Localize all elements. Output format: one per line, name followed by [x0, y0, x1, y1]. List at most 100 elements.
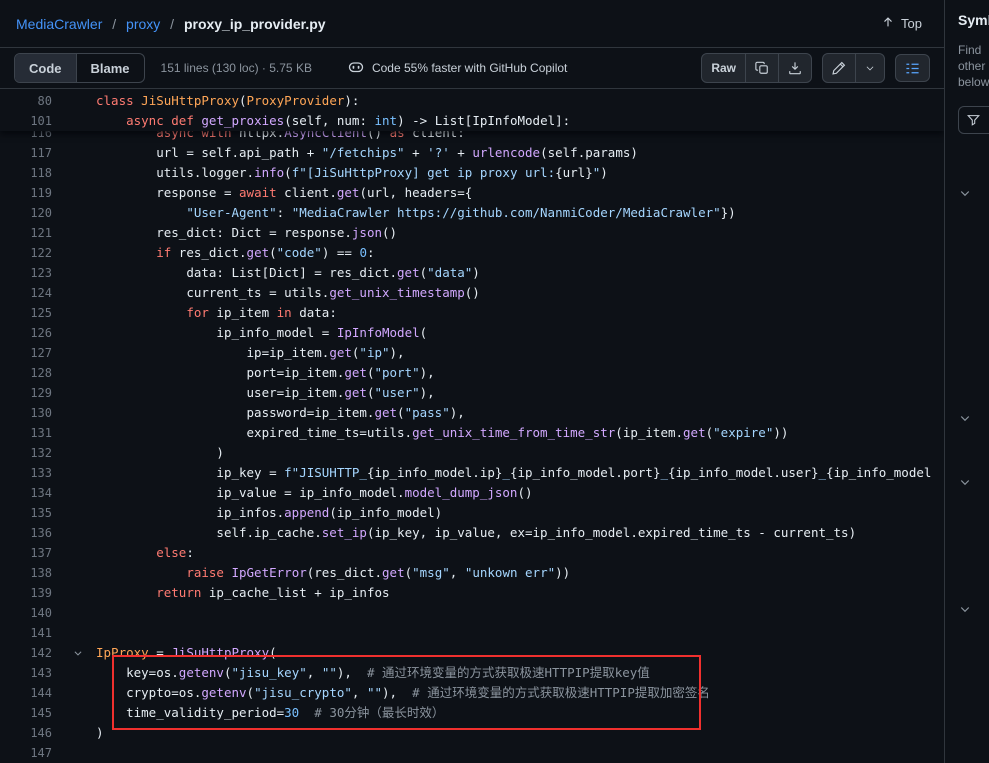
line-number[interactable]: 120: [0, 203, 60, 223]
code-line: 139 return ip_cache_list + ip_infos: [0, 583, 944, 603]
code-line: 134 ip_value = ip_info_model.model_dump_…: [0, 483, 944, 503]
breadcrumb-folder-link[interactable]: proxy: [126, 16, 160, 32]
symbol-tree-chevron-down-icon[interactable]: [959, 186, 971, 204]
line-number[interactable]: 133: [0, 463, 60, 483]
code-line: 116 async with httpx.AsyncClient() as cl…: [0, 131, 944, 143]
code-text: current_ts = utils.get_unix_timestamp(): [96, 283, 480, 303]
line-number[interactable]: 125: [0, 303, 60, 323]
line-number[interactable]: 127: [0, 343, 60, 363]
code-text: utils.logger.info(f"[JiSuHttpProxy] get …: [96, 163, 608, 183]
code-blame-switcher: Code Blame: [14, 53, 145, 83]
code-line: 80class JiSuHttpProxy(ProxyProvider):: [0, 91, 944, 111]
line-number[interactable]: 117: [0, 143, 60, 163]
pencil-icon: [832, 61, 846, 75]
line-number[interactable]: 116: [0, 131, 60, 143]
copy-icon: [755, 61, 769, 75]
fold-gutter: [60, 663, 96, 683]
download-icon-button[interactable]: [778, 54, 811, 82]
line-number[interactable]: 123: [0, 263, 60, 283]
copy-icon-button[interactable]: [745, 54, 778, 82]
line-number[interactable]: 118: [0, 163, 60, 183]
symbol-tree-chevron-down-icon[interactable]: [959, 411, 971, 429]
code-line: 121 res_dict: Dict = response.json(): [0, 223, 944, 243]
line-number[interactable]: 146: [0, 723, 60, 743]
line-number[interactable]: 140: [0, 603, 60, 623]
partially-hidden-line: 116 async with httpx.AsyncClient() as cl…: [0, 131, 944, 143]
fold-gutter: [60, 203, 96, 223]
line-number[interactable]: 137: [0, 543, 60, 563]
line-number[interactable]: 80: [0, 91, 60, 111]
line-number[interactable]: 131: [0, 423, 60, 443]
fold-gutter: [60, 91, 96, 111]
code-line: 132 ): [0, 443, 944, 463]
symbol-tree-chevron-down-icon[interactable]: [959, 475, 971, 493]
line-number[interactable]: 128: [0, 363, 60, 383]
line-number[interactable]: 119: [0, 183, 60, 203]
code-line: 136 self.ip_cache.set_ip(ip_key, ip_valu…: [0, 523, 944, 543]
edit-pencil-button[interactable]: [823, 54, 855, 82]
line-number[interactable]: 122: [0, 243, 60, 263]
fold-gutter: [60, 343, 96, 363]
line-number[interactable]: 145: [0, 703, 60, 723]
raw-button[interactable]: Raw: [702, 54, 745, 82]
breadcrumb-separator: /: [112, 16, 116, 32]
line-number[interactable]: 121: [0, 223, 60, 243]
code-text: crypto=os.getenv("jisu_crypto", ""), # 通…: [96, 683, 710, 703]
code-text: "User-Agent": "MediaCrawler https://gith…: [96, 203, 736, 223]
line-number[interactable]: 144: [0, 683, 60, 703]
edit-dropdown-button[interactable]: [855, 54, 884, 82]
code-line: 140: [0, 603, 944, 623]
fold-gutter: [60, 243, 96, 263]
file-header: MediaCrawler / proxy / proxy_ip_provider…: [0, 0, 944, 47]
line-number[interactable]: 130: [0, 403, 60, 423]
symbols-panel-toggle-button[interactable]: [895, 54, 930, 82]
tab-blame[interactable]: Blame: [76, 54, 144, 82]
code-text: user=ip_item.get("user"),: [96, 383, 435, 403]
code-text: raise IpGetError(res_dict.get("msg", "un…: [96, 563, 570, 583]
breadcrumb-file-name: proxy_ip_provider.py: [184, 16, 326, 32]
line-number[interactable]: 134: [0, 483, 60, 503]
line-number[interactable]: 147: [0, 743, 60, 763]
code-line: 130 password=ip_item.get("pass"),: [0, 403, 944, 423]
line-number[interactable]: 142: [0, 643, 60, 663]
line-number[interactable]: 101: [0, 111, 60, 131]
line-number[interactable]: 132: [0, 443, 60, 463]
code-text: else:: [96, 543, 194, 563]
code-text: ): [96, 443, 224, 463]
code-editor-area: 80class JiSuHttpProxy(ProxyProvider):101…: [0, 89, 944, 763]
tab-code[interactable]: Code: [15, 54, 76, 82]
line-number[interactable]: 124: [0, 283, 60, 303]
fold-gutter: [60, 111, 96, 131]
line-number[interactable]: 139: [0, 583, 60, 603]
filter-funnel-icon: [967, 114, 980, 127]
code-line: 120 "User-Agent": "MediaCrawler https://…: [0, 203, 944, 223]
line-number[interactable]: 143: [0, 663, 60, 683]
line-number[interactable]: 135: [0, 503, 60, 523]
symbols-filter-input[interactable]: [958, 106, 989, 134]
code-line: 128 port=ip_item.get("port"),: [0, 363, 944, 383]
line-number[interactable]: 129: [0, 383, 60, 403]
code-text: url = self.api_path + "/fetchips" + '?' …: [96, 143, 638, 163]
code-line: 145 time_validity_period=30 # 30分钟（最长时效）: [0, 703, 944, 723]
line-number[interactable]: 126: [0, 323, 60, 343]
fold-gutter: [60, 443, 96, 463]
fold-chevron-icon[interactable]: [60, 643, 96, 663]
fold-gutter: [60, 143, 96, 163]
raw-copy-download-group: Raw: [701, 53, 812, 83]
back-to-top-button[interactable]: Top: [875, 14, 928, 33]
code-line: 118 utils.logger.info(f"[JiSuHttpProxy] …: [0, 163, 944, 183]
fold-gutter: [60, 323, 96, 343]
line-number[interactable]: 138: [0, 563, 60, 583]
line-number[interactable]: 136: [0, 523, 60, 543]
fold-gutter: [60, 463, 96, 483]
line-number[interactable]: 141: [0, 623, 60, 643]
code-toolbar: Code Blame 151 lines (130 loc) · 5.75 KB…: [0, 47, 944, 89]
code-line: 122 if res_dict.get("code") == 0:: [0, 243, 944, 263]
symbol-tree-chevron-down-icon[interactable]: [959, 602, 971, 620]
code-line: 144 crypto=os.getenv("jisu_crypto", ""),…: [0, 683, 944, 703]
copilot-banner[interactable]: Code 55% faster with GitHub Copilot: [348, 59, 567, 78]
code-line: 123 data: List[Dict] = res_dict.get("dat…: [0, 263, 944, 283]
fold-gutter: [60, 723, 96, 743]
code-text: ): [96, 723, 104, 743]
breadcrumb-repo-link[interactable]: MediaCrawler: [16, 16, 102, 32]
